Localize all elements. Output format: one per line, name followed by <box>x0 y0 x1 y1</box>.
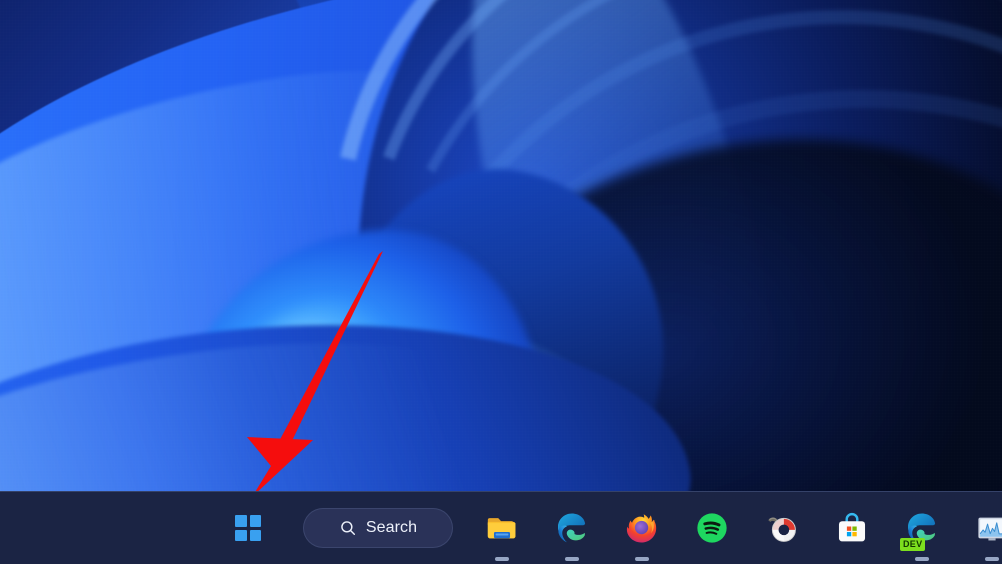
running-indicator <box>495 557 509 561</box>
taskbar-app-firefox[interactable] <box>618 504 666 561</box>
spotify-icon <box>697 513 727 543</box>
taskbar-items: Search DEV <box>0 492 1002 564</box>
search-box[interactable]: Search <box>303 508 453 548</box>
running-indicator <box>915 557 929 561</box>
search-icon <box>341 521 355 536</box>
dev-badge: DEV <box>900 538 926 551</box>
folder-icon <box>487 518 516 539</box>
store-bag-icon <box>838 512 866 542</box>
search-label: Search <box>365 519 418 536</box>
task-manager-icon <box>978 517 1002 541</box>
start-button[interactable] <box>226 506 270 550</box>
desktop-wallpaper[interactable] <box>0 0 1002 564</box>
taskbar-app-microsoft-store[interactable] <box>828 504 876 552</box>
taskbar-app-get-help[interactable] <box>758 504 806 552</box>
taskbar-app-microsoft-edge-dev[interactable]: DEV <box>898 504 946 561</box>
taskbar-app-spotify[interactable] <box>688 504 736 552</box>
firefox-icon <box>626 514 657 543</box>
taskbar[interactable]: Search DEV <box>0 491 1002 564</box>
edge-icon <box>558 513 586 543</box>
taskbar-app-file-explorer[interactable] <box>478 504 526 561</box>
taskbar-app-microsoft-edge[interactable] <box>548 504 596 561</box>
desktop-screen: Search DEV <box>0 0 1002 564</box>
lifebuoy-icon <box>768 517 796 542</box>
taskbar-app-task-manager[interactable] <box>968 504 1002 561</box>
running-indicator <box>565 557 579 561</box>
wallpaper-grain <box>0 0 1002 564</box>
running-indicator <box>635 557 649 561</box>
running-indicator <box>985 557 999 561</box>
windows-logo-icon <box>235 515 261 541</box>
